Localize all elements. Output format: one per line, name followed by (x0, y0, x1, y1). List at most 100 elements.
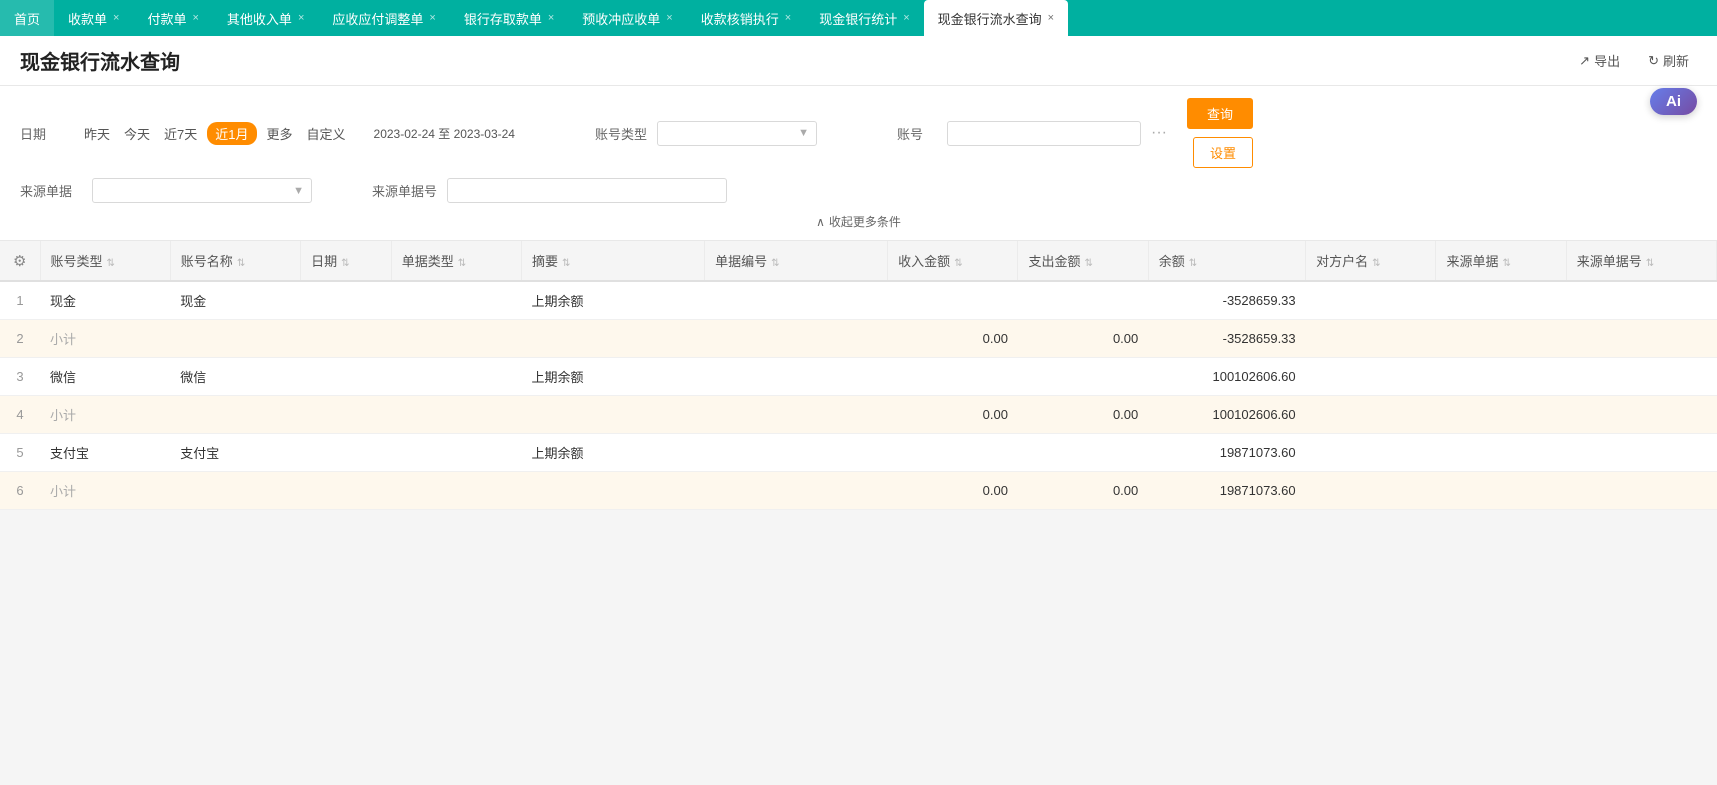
account-type-select-wrapper: ▼ (657, 121, 817, 146)
col-counterparty[interactable]: 对方户名⇅ (1306, 241, 1436, 281)
account-type-label: 账号类型 (595, 124, 647, 143)
nav-tab-qitashouru[interactable]: 其他收入单 × (213, 0, 318, 36)
settings-button[interactable]: 设置 (1193, 137, 1253, 168)
cell-doc-type (391, 281, 521, 320)
date-opt-custom[interactable]: 自定义 (303, 122, 350, 145)
row-number: 6 (0, 472, 40, 510)
source-doc-num-input[interactable] (447, 178, 727, 203)
refresh-button[interactable]: ↻ 刷新 (1640, 47, 1697, 74)
collapse-up-icon: ∧ (816, 215, 825, 229)
date-opt-7days[interactable]: 近7天 (160, 122, 201, 145)
export-button[interactable]: ↗ 导出 (1571, 47, 1628, 74)
nav-tab-shoudan[interactable]: 收款单 × (54, 0, 133, 36)
cell-expense (1018, 358, 1148, 396)
row-number: 1 (0, 281, 40, 320)
cell-account-type: 小计 (40, 320, 170, 358)
nav-tab-xianjinyinhang-query[interactable]: 现金银行流水查询 × (924, 0, 1068, 36)
data-table: ⚙ 账号类型⇅ 账号名称⇅ 日期⇅ 单据类型⇅ 摘要⇅ 单据编号⇅ 收入金额⇅ … (0, 241, 1717, 510)
close-icon[interactable]: × (903, 12, 909, 24)
col-date[interactable]: 日期⇅ (301, 241, 392, 281)
cell-source-doc (1436, 396, 1566, 434)
close-icon[interactable]: × (1048, 12, 1054, 24)
close-icon[interactable]: × (666, 12, 672, 24)
cell-account-name (170, 320, 300, 358)
source-doc-select[interactable] (92, 178, 312, 203)
page-header: 现金银行流水查询 ↗ 导出 ↻ 刷新 (0, 36, 1717, 86)
cell-income: 0.00 (888, 472, 1018, 510)
close-icon[interactable]: × (192, 12, 198, 24)
col-account-type[interactable]: 账号类型⇅ (40, 241, 170, 281)
cell-balance: 19871073.60 (1148, 434, 1305, 472)
cell-date (301, 358, 392, 396)
cell-balance: 100102606.60 (1148, 396, 1305, 434)
table-row: 2小计0.000.00-3528659.33 (0, 320, 1717, 358)
col-source-doc[interactable]: 来源单据⇅ (1436, 241, 1566, 281)
cell-source-doc (1436, 281, 1566, 320)
date-opt-more[interactable]: 更多 (263, 122, 297, 145)
col-doc-no[interactable]: 单据编号⇅ (705, 241, 888, 281)
cell-source-doc-no (1566, 358, 1716, 396)
close-icon[interactable]: × (429, 12, 435, 24)
col-expense[interactable]: 支出金额⇅ (1018, 241, 1148, 281)
cell-income (888, 434, 1018, 472)
close-icon[interactable]: × (298, 12, 304, 24)
cell-source-doc-no (1566, 472, 1716, 510)
sort-icon: ⇅ (1646, 258, 1654, 269)
nav-tab-xianjinyinhang-stat[interactable]: 现金银行统计 × (805, 0, 923, 36)
ellipsis-icon[interactable]: ··· (1151, 124, 1167, 142)
col-balance[interactable]: 余额⇅ (1148, 241, 1305, 281)
cell-account-type: 微信 (40, 358, 170, 396)
cell-account-name (170, 396, 300, 434)
cell-source-doc-no (1566, 320, 1716, 358)
cell-source-doc (1436, 358, 1566, 396)
cell-account-name (170, 472, 300, 510)
row-number: 4 (0, 396, 40, 434)
col-gear[interactable]: ⚙ (0, 241, 40, 281)
cell-income (888, 358, 1018, 396)
ai-badge[interactable]: Ai (1650, 88, 1697, 115)
sort-icon: ⇅ (954, 258, 962, 269)
account-input[interactable] (947, 121, 1141, 146)
right-buttons: 查询 设置 (1187, 98, 1253, 168)
sort-icon: ⇅ (1502, 258, 1510, 269)
date-opt-1month[interactable]: 近1月 (207, 122, 256, 145)
cell-source-doc (1436, 434, 1566, 472)
cell-account-name: 现金 (170, 281, 300, 320)
col-doc-type[interactable]: 单据类型⇅ (391, 241, 521, 281)
cell-income: 0.00 (888, 396, 1018, 434)
nav-tab-yushouzhong[interactable]: 预收冲应收单 × (568, 0, 686, 36)
sort-icon: ⇅ (1189, 258, 1197, 269)
cell-doc-type (391, 472, 521, 510)
date-opt-today[interactable]: 今天 (120, 122, 154, 145)
close-icon[interactable]: × (785, 12, 791, 24)
col-income[interactable]: 收入金额⇅ (888, 241, 1018, 281)
cell-date (301, 472, 392, 510)
cell-summary (522, 472, 705, 510)
gear-icon[interactable]: ⚙ (13, 253, 26, 270)
col-account-name[interactable]: 账号名称⇅ (170, 241, 300, 281)
close-icon[interactable]: × (548, 12, 554, 24)
nav-tab-yinhangcunqu[interactable]: 银行存取款单 × (450, 0, 568, 36)
table-row: 5支付宝支付宝上期余额19871073.60 (0, 434, 1717, 472)
col-summary[interactable]: 摘要⇅ (522, 241, 705, 281)
nav-tab-yingshoutiaozheng[interactable]: 应收应付调整单 × (318, 0, 449, 36)
cell-source-doc-no (1566, 396, 1716, 434)
source-doc-label: 来源单据 (20, 181, 72, 200)
sort-icon: ⇅ (458, 258, 466, 269)
collapse-bar[interactable]: ∧ 收起更多条件 (20, 213, 1697, 230)
sort-icon: ⇅ (237, 258, 245, 269)
account-type-select[interactable] (657, 121, 817, 146)
table-container: ⚙ 账号类型⇅ 账号名称⇅ 日期⇅ 单据类型⇅ 摘要⇅ 单据编号⇅ 收入金额⇅ … (0, 241, 1717, 510)
cell-summary: 上期余额 (522, 281, 705, 320)
nav-tab-shoukuanhe[interactable]: 收款核销执行 × (687, 0, 805, 36)
close-icon[interactable]: × (113, 12, 119, 24)
source-doc-num-label: 来源单据号 (372, 181, 437, 200)
nav-home[interactable]: 首页 (0, 0, 54, 36)
cell-summary: 上期余额 (522, 434, 705, 472)
col-source-doc-no[interactable]: 来源单据号⇅ (1566, 241, 1716, 281)
query-button[interactable]: 查询 (1187, 98, 1253, 129)
nav-tab-fukuan[interactable]: 付款单 × (133, 0, 212, 36)
filter-row-source: 来源单据 ▼ 来源单据号 (20, 178, 1697, 203)
page-title: 现金银行流水查询 (20, 46, 180, 75)
date-opt-yesterday[interactable]: 昨天 (80, 122, 114, 145)
